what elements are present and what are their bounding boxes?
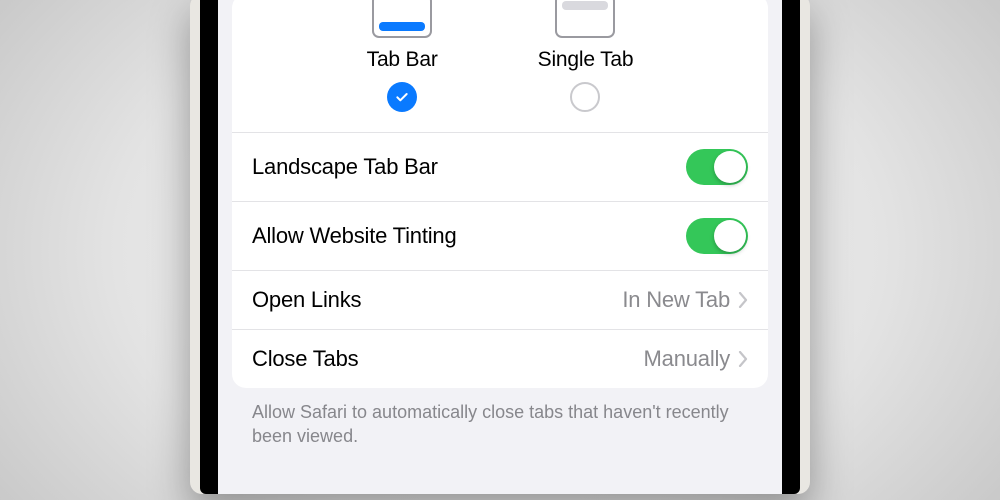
option-single-tab[interactable]: Single Tab	[538, 0, 634, 112]
radio-selected-icon	[387, 82, 417, 112]
section-footer-text: Allow Safari to automatically close tabs…	[218, 388, 782, 449]
option-single-tab-label: Single Tab	[538, 48, 634, 72]
row-close-tabs-value: Manually	[644, 346, 730, 372]
row-landscape-label: Landscape Tab Bar	[252, 154, 686, 180]
settings-panel: Tab Bar Single Tab Landscape Tab Bar All…	[232, 0, 768, 388]
row-open-links-label: Open Links	[252, 287, 622, 313]
row-open-links[interactable]: Open Links In New Tab	[232, 271, 768, 330]
row-tinting-label: Allow Website Tinting	[252, 223, 686, 249]
row-landscape-tab-bar: Landscape Tab Bar	[232, 133, 768, 202]
row-close-tabs[interactable]: Close Tabs Manually	[232, 330, 768, 388]
toggle-allow-website-tinting[interactable]	[686, 218, 748, 254]
phone-frame: Tab Bar Single Tab Landscape Tab Bar All…	[190, 0, 810, 494]
row-allow-website-tinting: Allow Website Tinting	[232, 202, 768, 271]
row-close-tabs-label: Close Tabs	[252, 346, 644, 372]
row-open-links-value: In New Tab	[622, 287, 730, 313]
radio-unselected-icon	[570, 82, 600, 112]
single-tab-preview-icon	[555, 0, 615, 38]
checkmark-icon	[394, 89, 410, 105]
tab-layout-selector: Tab Bar Single Tab	[232, 0, 768, 133]
toggle-landscape-tab-bar[interactable]	[686, 149, 748, 185]
screen: Tab Bar Single Tab Landscape Tab Bar All…	[218, 0, 782, 494]
toggle-knob	[714, 220, 746, 252]
toggle-knob	[714, 151, 746, 183]
option-tab-bar[interactable]: Tab Bar	[367, 0, 438, 112]
chevron-right-icon	[738, 351, 748, 367]
option-tab-bar-label: Tab Bar	[367, 48, 438, 72]
tab-bar-preview-icon	[372, 0, 432, 38]
chevron-right-icon	[738, 292, 748, 308]
